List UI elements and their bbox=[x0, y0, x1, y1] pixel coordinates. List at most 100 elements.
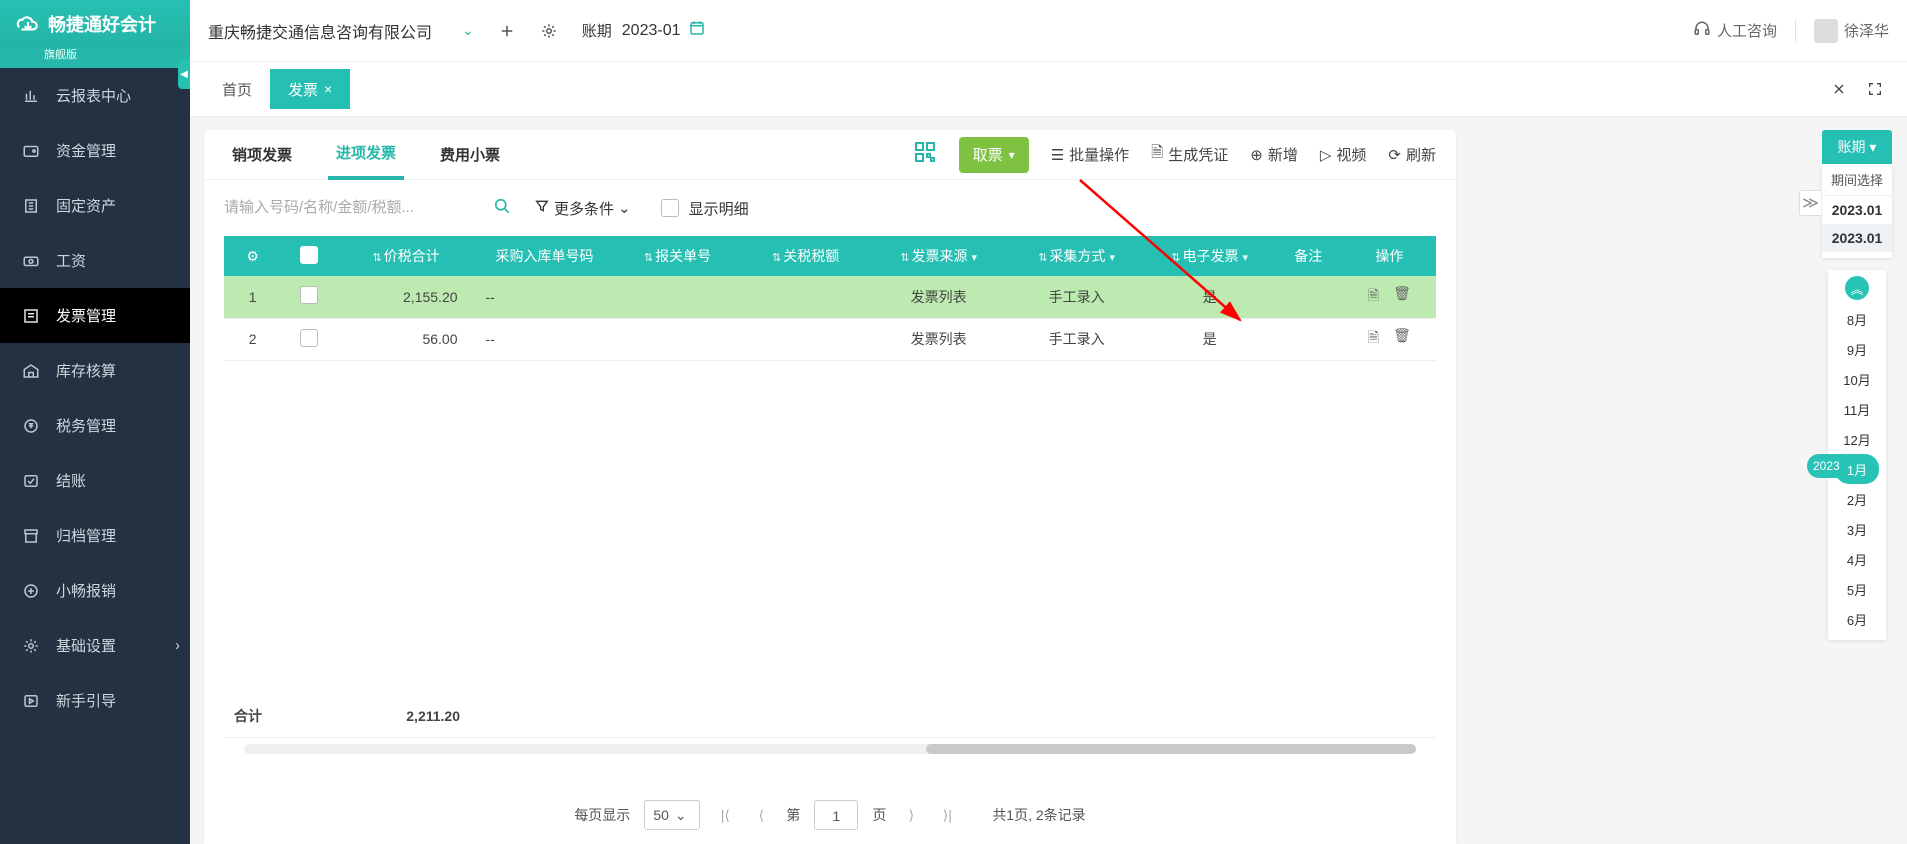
sidebar-item-fixed-assets[interactable]: 固定资产 bbox=[0, 178, 190, 233]
cell-collect: 手工录入 bbox=[1008, 318, 1146, 360]
sidebar-item-expense[interactable]: 小畅报销 bbox=[0, 563, 190, 618]
col-action: 操作 bbox=[1343, 236, 1436, 276]
table-row[interactable]: 1 2,155.20 -- 发票列表 手工录入 是 🗎🗑 bbox=[224, 276, 1436, 318]
panel-collapse-arrow[interactable]: ≫ bbox=[1799, 190, 1821, 216]
period-month[interactable]: 12月 bbox=[1828, 424, 1886, 454]
row-index: 2 bbox=[224, 318, 281, 360]
close-icon[interactable]: × bbox=[324, 81, 332, 97]
period-month[interactable]: 6月 bbox=[1828, 604, 1886, 634]
sidebar-item-closing[interactable]: 结账 bbox=[0, 453, 190, 508]
settings-icon[interactable] bbox=[540, 22, 558, 40]
period-value[interactable]: 2023-01 bbox=[622, 22, 681, 40]
refresh-button[interactable]: ⟳刷新 bbox=[1388, 144, 1436, 165]
period-head-button[interactable]: 账期 ▾ bbox=[1822, 130, 1892, 164]
col-label: 价税合计 bbox=[384, 248, 440, 264]
first-page-button[interactable]: |⟨ bbox=[714, 804, 736, 826]
period-month[interactable]: 3月 bbox=[1828, 514, 1886, 544]
horizontal-scrollbar[interactable] bbox=[244, 744, 1416, 754]
tab-invoice[interactable]: 发票 × bbox=[270, 69, 350, 109]
subtab-bar: 销项发票 进项发票 费用小票 取票 ▾ ☰批量操作 🗎生成凭证 ⊕新增 ▷视频 … bbox=[204, 130, 1456, 180]
col-checkbox[interactable] bbox=[281, 236, 336, 276]
sidebar-item-tax[interactable]: 税务管理 bbox=[0, 398, 190, 453]
view-icon[interactable]: 🗎 bbox=[1368, 327, 1379, 351]
subtab-label: 进项发票 bbox=[336, 142, 396, 163]
company-name: 重庆畅捷交通信息咨询有限公司 bbox=[208, 19, 432, 43]
tax-icon bbox=[20, 415, 42, 437]
last-page-button[interactable]: ⟩| bbox=[936, 804, 958, 826]
period-month[interactable]: 11月 bbox=[1828, 394, 1886, 424]
search-input[interactable] bbox=[224, 190, 484, 226]
period-month[interactable]: 2月 bbox=[1828, 484, 1886, 514]
sidebar-item-inventory[interactable]: 库存核算 bbox=[0, 343, 190, 398]
subtab-input-invoice[interactable]: 进项发票 bbox=[328, 130, 404, 180]
period-year[interactable]: 2023.01 bbox=[1822, 196, 1892, 224]
more-conditions-button[interactable]: 更多条件 ⌄ bbox=[534, 198, 631, 219]
sidebar-item-guide[interactable]: 新手引导 bbox=[0, 673, 190, 728]
sidebar-item-settings[interactable]: 基础设置 › bbox=[0, 618, 190, 673]
col-customs[interactable]: ⇅报关单号 bbox=[613, 236, 741, 276]
voucher-button[interactable]: 🗎生成凭证 bbox=[1151, 142, 1228, 167]
next-page-button[interactable]: ⟩ bbox=[900, 804, 922, 826]
period-month-current[interactable]: 2023 1月 bbox=[1835, 454, 1879, 484]
pagination: 每页显示 50 ⌄ |⟨ ⟨ 第 1 页 ⟩ ⟩| 共1页, 2条记录 bbox=[204, 800, 1456, 830]
period-month[interactable]: 5月 bbox=[1828, 574, 1886, 604]
add-button[interactable] bbox=[498, 22, 516, 40]
col-einvoice[interactable]: ⇅电子发票▾ bbox=[1146, 236, 1274, 276]
table-row[interactable]: 2 56.00 -- 发票列表 手工录入 是 🗎🗑 bbox=[224, 318, 1436, 360]
chart-icon bbox=[20, 85, 42, 107]
video-button[interactable]: ▷视频 bbox=[1320, 144, 1367, 165]
prev-page-button[interactable]: ⟨ bbox=[750, 804, 772, 826]
row-checkbox[interactable] bbox=[300, 329, 318, 347]
col-settings[interactable]: ⚙ bbox=[224, 236, 281, 276]
period-month[interactable]: 8月 bbox=[1828, 304, 1886, 334]
view-icon[interactable]: 🗎 bbox=[1368, 285, 1379, 309]
table-head: ⚙ ⇅价税合计 采购入库单号码 ⇅报关单号 ⇅关税税额 ⇅发票来源▾ ⇅采集方式… bbox=[224, 236, 1436, 276]
close-all-button[interactable] bbox=[1825, 75, 1853, 103]
col-source[interactable]: ⇅发票来源▾ bbox=[870, 236, 1008, 276]
company-selector[interactable]: 重庆畅捷交通信息咨询有限公司 ⌄ bbox=[208, 19, 474, 43]
play-circle-icon: ▷ bbox=[1320, 146, 1332, 164]
user-menu[interactable]: 徐泽华 bbox=[1814, 19, 1889, 43]
col-label: 备注 bbox=[1294, 248, 1322, 264]
user-name: 徐泽华 bbox=[1844, 20, 1889, 41]
batch-button[interactable]: ☰批量操作 bbox=[1051, 144, 1129, 165]
scroll-up-button[interactable]: ︽ bbox=[1845, 276, 1869, 300]
sidebar-item-label: 发票管理 bbox=[56, 305, 116, 326]
fetch-invoice-button[interactable]: 取票 ▾ bbox=[959, 137, 1029, 173]
calendar-icon[interactable] bbox=[688, 19, 706, 42]
col-label: 采购入库单号码 bbox=[495, 248, 593, 264]
page-number-input[interactable]: 1 bbox=[814, 800, 858, 830]
support-link[interactable]: 人工咨询 bbox=[1693, 20, 1777, 42]
table-wrap: ⚙ ⇅价税合计 采购入库单号码 ⇅报关单号 ⇅关税税额 ⇅发票来源▾ ⇅采集方式… bbox=[204, 236, 1456, 361]
per-page-select[interactable]: 50 ⌄ bbox=[644, 800, 700, 830]
qr-scan-button[interactable] bbox=[913, 140, 937, 169]
subtab-output-invoice[interactable]: 销项发票 bbox=[224, 130, 300, 180]
col-collect[interactable]: ⇅采集方式▾ bbox=[1008, 236, 1146, 276]
sidebar-item-label: 归档管理 bbox=[56, 525, 116, 546]
row-checkbox[interactable] bbox=[300, 286, 318, 304]
new-button[interactable]: ⊕新增 bbox=[1250, 144, 1298, 165]
show-detail-checkbox[interactable]: 显示明细 bbox=[661, 198, 749, 219]
col-total[interactable]: ⇅价税合计 bbox=[337, 236, 476, 276]
period-year[interactable]: 2023.01 bbox=[1822, 224, 1892, 252]
sidebar-item-fund[interactable]: 资金管理 bbox=[0, 123, 190, 178]
delete-icon[interactable]: 🗑 bbox=[1393, 285, 1411, 309]
col-duty[interactable]: ⇅关税税额 bbox=[742, 236, 870, 276]
sidebar-item-salary[interactable]: 工资 bbox=[0, 233, 190, 288]
fullscreen-button[interactable] bbox=[1861, 75, 1889, 103]
period-month[interactable]: 9月 bbox=[1828, 334, 1886, 364]
tab-home[interactable]: 首页 bbox=[204, 69, 270, 109]
col-label: 电子发票 bbox=[1182, 248, 1238, 264]
tool-label: 新增 bbox=[1268, 144, 1298, 165]
delete-icon[interactable]: 🗑 bbox=[1393, 327, 1411, 351]
col-remark[interactable]: 备注 bbox=[1274, 236, 1343, 276]
sidebar-item-label: 工资 bbox=[56, 250, 86, 271]
sidebar-item-archive[interactable]: 归档管理 bbox=[0, 508, 190, 563]
subtab-expense-receipt[interactable]: 费用小票 bbox=[432, 130, 508, 180]
period-month[interactable]: 4月 bbox=[1828, 544, 1886, 574]
period-month[interactable]: 10月 bbox=[1828, 364, 1886, 394]
sidebar-item-invoice[interactable]: 发票管理 bbox=[0, 288, 190, 343]
search-icon[interactable] bbox=[492, 196, 512, 221]
sidebar-item-report-center[interactable]: 云报表中心 bbox=[0, 68, 190, 123]
col-purchase-order[interactable]: 采购入库单号码 bbox=[476, 236, 614, 276]
